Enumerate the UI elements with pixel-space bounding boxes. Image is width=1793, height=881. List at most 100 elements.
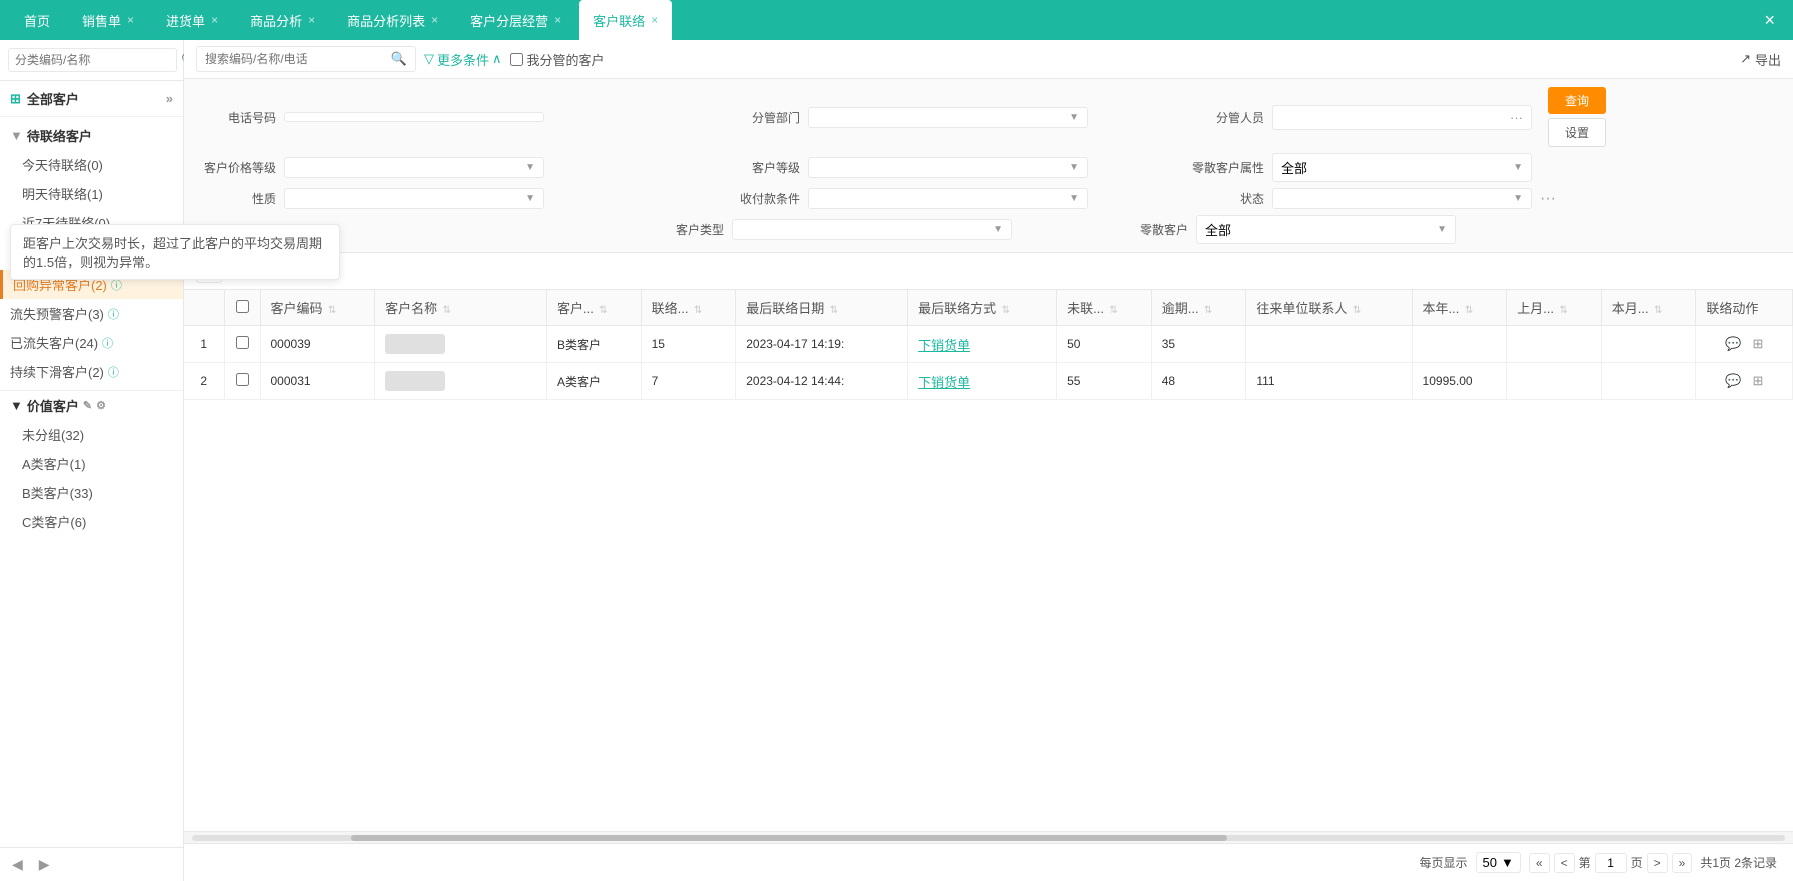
- retail-customer-label: 零散客户: [1108, 221, 1188, 238]
- col-index: [184, 290, 224, 326]
- page-unit: 页: [1631, 854, 1643, 871]
- close-customer-contact-tab[interactable]: ×: [651, 13, 658, 27]
- last-month-sort-icon[interactable]: ⇅: [1559, 305, 1567, 316]
- filter-icon: ▽: [424, 51, 434, 67]
- settings-small-icon[interactable]: ⚙: [96, 399, 106, 412]
- col-last-month: 上月... ⇅: [1507, 290, 1602, 326]
- select-all-checkbox[interactable]: [236, 300, 249, 313]
- row-checkbox-2[interactable]: [236, 373, 249, 386]
- export-icon: ↗: [1740, 51, 1751, 67]
- customer-level-label: 客户等级: [720, 159, 800, 176]
- last-method-link-2[interactable]: 下销货单: [918, 375, 970, 390]
- cell-type-2: A类客户: [547, 363, 642, 400]
- sidebar-item-a-class[interactable]: A类客户(1): [0, 449, 183, 478]
- nav-tab-customer-contact[interactable]: 客户联络 ×: [579, 0, 672, 40]
- retail-attr-label: 零散客户属性: [1184, 159, 1264, 176]
- sidebar-item-today[interactable]: 今天待联络(0): [0, 150, 183, 179]
- value-customer-group-title[interactable]: ▼ 价值客户 ✎ ⚙: [0, 390, 183, 420]
- code-sort-icon[interactable]: ⇅: [328, 305, 336, 316]
- table-row: 2 000031 A类客户 7 2023-04-12 14:44: 下销货单: [184, 363, 1793, 400]
- col-last-contact-date: 最后联络日期 ⇅: [736, 290, 908, 326]
- action-icon-chat-1[interactable]: 💬: [1725, 336, 1741, 351]
- action-icon-chat-2[interactable]: 💬: [1725, 373, 1741, 388]
- sidebar-item-ungrouped[interactable]: 未分组(32): [0, 420, 183, 449]
- export-button[interactable]: ↗ 导出: [1740, 50, 1781, 69]
- close-product-analysis-tab[interactable]: ×: [308, 13, 315, 27]
- nav-tab-purchase[interactable]: 进货单 ×: [152, 0, 232, 40]
- sidebar-collapse-button[interactable]: »: [166, 91, 173, 106]
- cell-action-2: 💬 ⊞: [1696, 363, 1793, 400]
- search-icon[interactable]: 🔍: [391, 51, 407, 67]
- scroll-thumb[interactable]: [351, 835, 1227, 841]
- sidebar-search-input[interactable]: [8, 48, 177, 72]
- search-input[interactable]: [205, 52, 385, 66]
- last-page-button[interactable]: »: [1672, 853, 1693, 873]
- retail-customer-input[interactable]: 全部 ▼: [1196, 215, 1456, 244]
- overdue-sort-icon[interactable]: ⇅: [1204, 305, 1212, 316]
- my-customers-checkbox[interactable]: [510, 53, 523, 66]
- edit-icon[interactable]: ✎: [83, 399, 92, 412]
- close-customer-mgmt-tab[interactable]: ×: [554, 13, 561, 27]
- last-date-sort-icon[interactable]: ⇅: [830, 305, 838, 316]
- nav-tab-product-list[interactable]: 商品分析列表 ×: [333, 0, 452, 40]
- phone-input[interactable]: [284, 112, 544, 122]
- gender-input[interactable]: ▼: [284, 188, 544, 209]
- sidebar-item-b-class[interactable]: B类客户(33): [0, 478, 183, 507]
- unit-contact-sort-icon[interactable]: ⇅: [1353, 305, 1361, 316]
- pending-contact-section-title[interactable]: ▼ 待联络客户: [0, 121, 183, 150]
- col-overdue: 逾期... ⇅: [1151, 290, 1246, 326]
- last-method-sort-icon[interactable]: ⇅: [1001, 305, 1009, 316]
- horizontal-scrollbar[interactable]: [184, 831, 1793, 843]
- dept-input[interactable]: ▼: [808, 107, 1088, 128]
- payment-input[interactable]: ▼: [808, 188, 1088, 209]
- more-dots-icon[interactable]: ···: [1540, 190, 1556, 208]
- this-month-sort-icon[interactable]: ⇅: [1654, 305, 1662, 316]
- more-conditions-button[interactable]: ▽ 更多条件 ∧: [424, 50, 502, 69]
- cell-name-1: [375, 326, 547, 363]
- close-product-list-tab[interactable]: ×: [431, 13, 438, 27]
- this-year-sort-icon[interactable]: ⇅: [1465, 305, 1473, 316]
- per-page-select[interactable]: 50 ▼: [1476, 852, 1521, 873]
- name-sort-icon[interactable]: ⇅: [443, 305, 451, 316]
- cell-this-month-2: [1601, 363, 1696, 400]
- current-page-input[interactable]: [1595, 853, 1627, 873]
- customer-table: 客户编码 ⇅ 客户名称 ⇅ 客户... ⇅ 联络...: [184, 290, 1793, 400]
- manager-input[interactable]: ···: [1272, 105, 1532, 130]
- col-unread: 未联... ⇅: [1057, 290, 1152, 326]
- close-purchase-tab[interactable]: ×: [211, 13, 218, 27]
- retail-attr-input[interactable]: 全部 ▼: [1272, 153, 1532, 182]
- nav-tab-home[interactable]: 首页: [10, 0, 64, 40]
- close-sales-tab[interactable]: ×: [127, 13, 134, 27]
- contact-sort-icon[interactable]: ⇅: [694, 305, 702, 316]
- nav-tab-customer-mgmt[interactable]: 客户分层经营 ×: [456, 0, 575, 40]
- next-page-button[interactable]: >: [1647, 853, 1668, 873]
- customer-level-input[interactable]: ▼: [808, 157, 1088, 178]
- sidebar-item-loss-warning[interactable]: 流失预警客户(3) ⓘ: [0, 299, 183, 328]
- unread-sort-icon[interactable]: ⇅: [1109, 305, 1117, 316]
- customer-type-input[interactable]: ▼: [732, 219, 1012, 240]
- sidebar-item-declining[interactable]: 持续下滑客户(2) ⓘ: [0, 357, 183, 386]
- sidebar-item-lost[interactable]: 已流失客户(24) ⓘ: [0, 328, 183, 357]
- query-button[interactable]: 查询: [1548, 87, 1606, 114]
- row-checkbox-1[interactable]: [236, 336, 249, 349]
- sidebar-prev-button[interactable]: ◀: [8, 854, 27, 875]
- cell-last-month-2: [1507, 363, 1602, 400]
- prev-page-button[interactable]: <: [1554, 853, 1575, 873]
- total-records-label: 共1页 2条记录: [1700, 854, 1777, 871]
- manager-more-icon[interactable]: ···: [1510, 110, 1523, 125]
- window-close-button[interactable]: ×: [1756, 10, 1783, 31]
- sidebar-item-c-class[interactable]: C类客户(6): [0, 507, 183, 536]
- nav-tab-sales[interactable]: 销售单 ×: [68, 0, 148, 40]
- last-method-link-1[interactable]: 下销货单: [918, 338, 970, 353]
- nav-tab-product-analysis[interactable]: 商品分析 ×: [236, 0, 329, 40]
- first-page-button[interactable]: «: [1529, 853, 1550, 873]
- price-level-input[interactable]: ▼: [284, 157, 544, 178]
- status-input[interactable]: ▼: [1272, 188, 1532, 209]
- action-icon-menu-2[interactable]: ⊞: [1753, 373, 1764, 388]
- type-sort-icon[interactable]: ⇅: [599, 305, 607, 316]
- cell-overdue-1: 35: [1151, 326, 1246, 363]
- sidebar-next-button[interactable]: ▶: [35, 854, 54, 875]
- settings-button[interactable]: 设置: [1548, 118, 1606, 147]
- sidebar-item-tomorrow[interactable]: 明天待联络(1): [0, 179, 183, 208]
- action-icon-menu-1[interactable]: ⊞: [1753, 336, 1764, 351]
